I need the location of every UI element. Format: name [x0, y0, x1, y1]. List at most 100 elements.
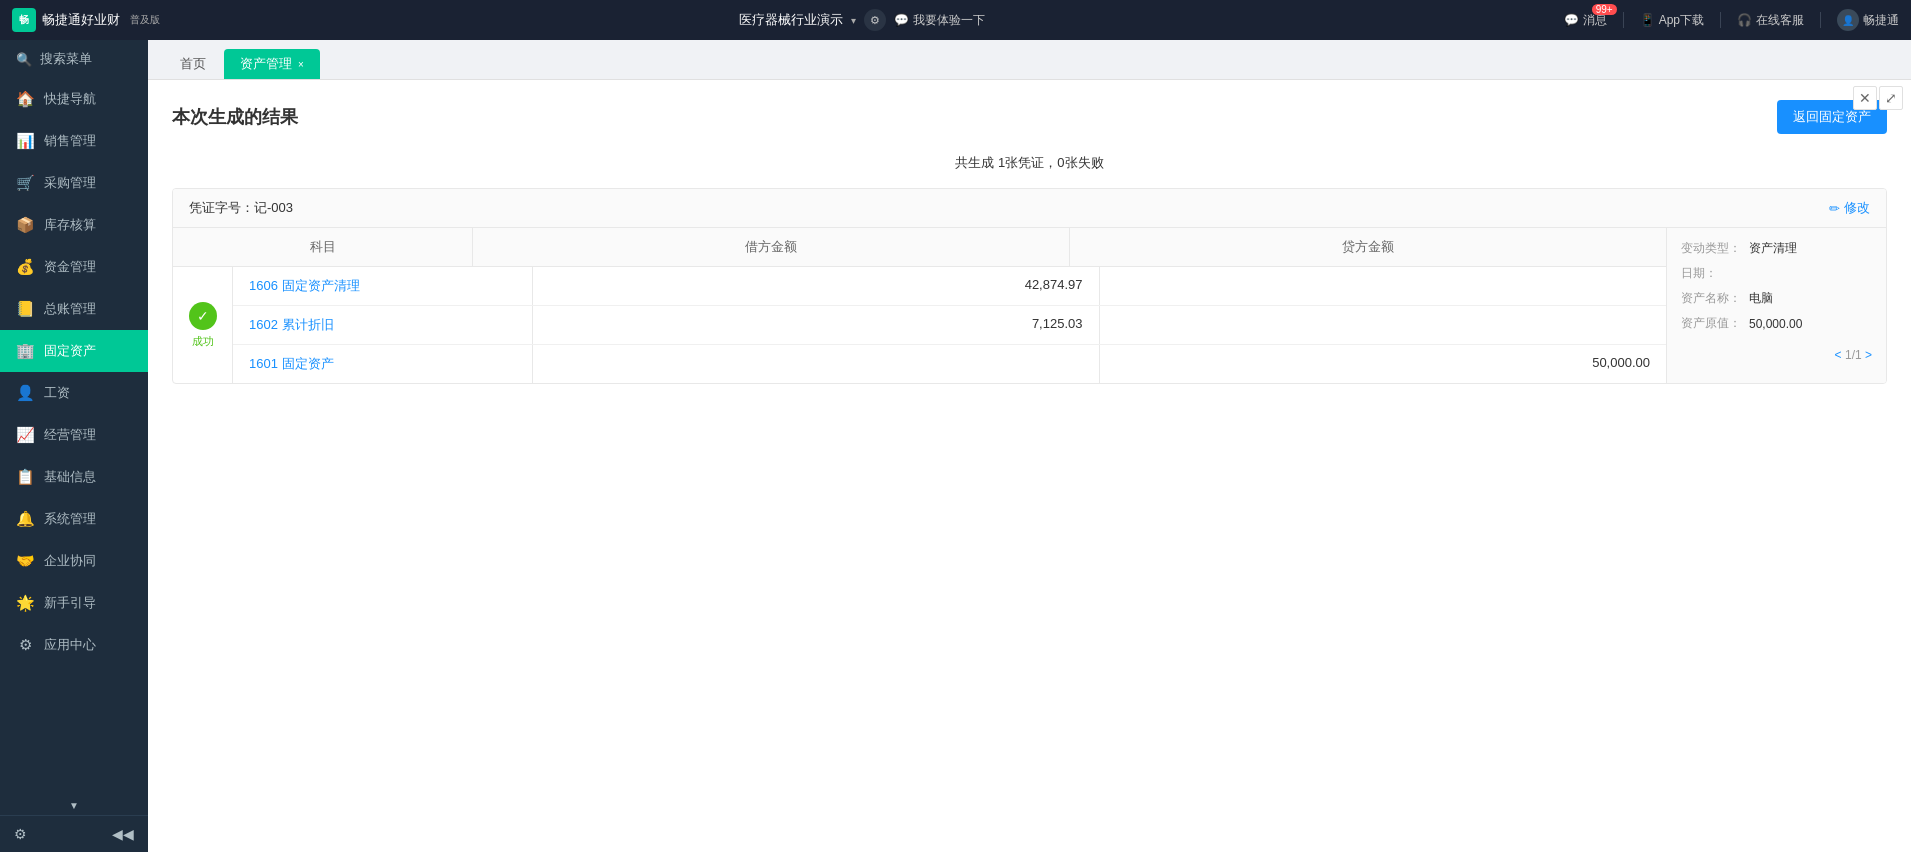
- original-value-value: 50,000.00: [1749, 317, 1802, 331]
- close-panel-button[interactable]: ✕: [1853, 86, 1877, 110]
- company-settings-icon[interactable]: ⚙: [864, 9, 886, 31]
- sidebar-item-search[interactable]: 🔍 搜索菜单: [0, 40, 148, 78]
- tab-close-icon[interactable]: ×: [298, 59, 304, 70]
- sidebar-item-label-purchase: 采购管理: [44, 174, 96, 192]
- tab-home[interactable]: 首页: [164, 49, 222, 79]
- inventory-icon: 📦: [16, 216, 34, 234]
- sidebar-item-funds[interactable]: 💰 资金管理: [0, 246, 148, 288]
- side-pagination: < 1/1 >: [1681, 348, 1872, 362]
- change-type-value: 资产清理: [1749, 240, 1797, 257]
- sidebar-item-fixed-assets[interactable]: 🏢 固定资产: [0, 330, 148, 372]
- table-row: 1602 累计折旧 7,125.03: [233, 306, 1666, 345]
- sidebar-item-purchase[interactable]: 🛒 采购管理: [0, 162, 148, 204]
- sidebar-item-payroll[interactable]: 👤 工资: [0, 372, 148, 414]
- search-icon: 🔍: [16, 52, 32, 67]
- topbar: 畅 畅捷通好业财 普及版 医疗器械行业演示 ▾ ⚙ 💬 我要体验一下 💬 消息 …: [0, 0, 1911, 40]
- table-row: 1606 固定资产清理 42,874.97: [233, 267, 1666, 306]
- content-area: 首页 资产管理 × 本次生成的结果 返回固定资产 共生成 1张凭证，0张失败: [148, 40, 1911, 852]
- edit-label: 修改: [1844, 199, 1870, 217]
- col-debit: 借方金额: [473, 228, 1070, 266]
- asset-name-label: 资产名称：: [1681, 290, 1741, 307]
- funds-icon: 💰: [16, 258, 34, 276]
- voucher-number: 凭证字号：记-003: [189, 199, 293, 217]
- sidebar-settings-button[interactable]: ⚙: [14, 826, 27, 842]
- sidebar-bottom: ⚙ ◀◀: [0, 815, 148, 852]
- row1-subject[interactable]: 1606 固定资产清理: [233, 267, 533, 305]
- sidebar-item-label-funds: 资金管理: [44, 258, 96, 276]
- success-circle: ✓: [189, 302, 217, 330]
- sidebar-item-enterprise[interactable]: 🤝 企业协同: [0, 540, 148, 582]
- app-icon: 📱: [1640, 13, 1655, 27]
- trial-button[interactable]: 💬 我要体验一下: [894, 12, 985, 29]
- sidebar-item-label-app-center: 应用中心: [44, 636, 96, 654]
- sidebar-item-label-fixed-assets: 固定资产: [44, 342, 96, 360]
- home-icon: 🏠: [16, 90, 34, 108]
- tab-bar: 首页 资产管理 ×: [148, 40, 1911, 80]
- scroll-down-arrow[interactable]: ▼: [0, 796, 148, 815]
- sidebar: 🔍 搜索菜单 🏠 快捷导航 📊 销售管理 🛒 采购管理 📦 库存核算: [0, 40, 148, 852]
- sidebar-item-label-sales: 销售管理: [44, 132, 96, 150]
- sidebar-item-inventory[interactable]: 📦 库存核算: [0, 204, 148, 246]
- col-credit: 贷方金额: [1070, 228, 1667, 266]
- voucher-table: 科目 借方金额 贷方金额 ✓ 成功: [173, 228, 1666, 383]
- edit-button[interactable]: ✏ 修改: [1829, 199, 1870, 217]
- message-button[interactable]: 💬 消息 99+: [1564, 12, 1607, 29]
- sidebar-item-label-payroll: 工资: [44, 384, 70, 402]
- topbar-left: 畅 畅捷通好业财 普及版: [12, 8, 160, 32]
- sidebar-item-label-basic-info: 基础信息: [44, 468, 96, 486]
- ledger-icon: 📒: [16, 300, 34, 318]
- business-icon: 📈: [16, 426, 34, 444]
- sidebar-item-ledger[interactable]: 📒 总账管理: [0, 288, 148, 330]
- sidebar-item-guide[interactable]: 🌟 新手引导: [0, 582, 148, 624]
- divider-1: [1623, 12, 1624, 28]
- app-download-button[interactable]: 📱 App下载: [1640, 12, 1704, 29]
- user-name: 畅捷通: [1863, 12, 1899, 29]
- sidebar-item-sales[interactable]: 📊 销售管理: [0, 120, 148, 162]
- app-name: 畅捷通好业财: [42, 11, 120, 29]
- expand-panel-button[interactable]: ⤢: [1879, 86, 1903, 110]
- table-header: 科目 借方金额 贷方金额: [173, 228, 1666, 267]
- table-row-wrapper: ✓ 成功 1606 固定资产清理 42,874.97: [173, 267, 1666, 383]
- basic-info-icon: 📋: [16, 468, 34, 486]
- sidebar-item-label-guide: 新手引导: [44, 594, 96, 612]
- enterprise-icon: 🤝: [16, 552, 34, 570]
- system-icon: 🔔: [16, 510, 34, 528]
- message-icon: 💬: [1564, 13, 1579, 27]
- original-value-label: 资产原值：: [1681, 315, 1741, 332]
- user-button[interactable]: 👤 畅捷通: [1837, 9, 1899, 31]
- sidebar-item-system[interactable]: 🔔 系统管理: [0, 498, 148, 540]
- online-service-button[interactable]: 🎧 在线客服: [1737, 12, 1804, 29]
- row1-debit: 42,874.97: [533, 267, 1100, 305]
- row2-subject[interactable]: 1602 累计折旧: [233, 306, 533, 344]
- success-indicator: ✓ 成功: [173, 267, 233, 383]
- voucher-body: 科目 借方金额 贷方金额 ✓ 成功: [173, 228, 1886, 383]
- company-dropdown-icon[interactable]: ▾: [851, 15, 856, 26]
- row3-subject[interactable]: 1601 固定资产: [233, 345, 533, 383]
- sidebar-item-label-search: 搜索菜单: [40, 50, 92, 68]
- tab-asset-management[interactable]: 资产管理 ×: [224, 49, 320, 79]
- avatar: 👤: [1837, 9, 1859, 31]
- pagination-text: 1/1: [1845, 348, 1865, 362]
- app-center-icon: ⚙: [16, 636, 34, 654]
- row2-credit: [1100, 306, 1667, 344]
- company-name: 医疗器械行业演示: [739, 11, 843, 29]
- main-layout: 🔍 搜索菜单 🏠 快捷导航 📊 销售管理 🛒 采购管理 📦 库存核算: [0, 40, 1911, 852]
- sidebar-item-basic-info[interactable]: 📋 基础信息: [0, 456, 148, 498]
- row3-debit: [533, 345, 1100, 383]
- sidebar-item-label-system: 系统管理: [44, 510, 96, 528]
- sidebar-collapse-button[interactable]: ◀◀: [112, 826, 134, 842]
- tab-home-label: 首页: [180, 55, 206, 73]
- success-text: 成功: [192, 334, 214, 349]
- page-header: 本次生成的结果 返回固定资产: [172, 100, 1887, 134]
- sales-icon: 📊: [16, 132, 34, 150]
- sidebar-item-quick-nav[interactable]: 🏠 快捷导航: [0, 78, 148, 120]
- sidebar-item-business[interactable]: 📈 经营管理: [0, 414, 148, 456]
- voucher-side-panel: 变动类型： 资产清理 日期： 资产名称： 电脑 资产原值：: [1666, 228, 1886, 383]
- sidebar-item-label-business: 经营管理: [44, 426, 96, 444]
- prev-page-button[interactable]: <: [1835, 348, 1842, 362]
- page-content: 本次生成的结果 返回固定资产 共生成 1张凭证，0张失败 凭证字号：记-003 …: [148, 80, 1911, 852]
- sidebar-item-app-center[interactable]: ⚙ 应用中心: [0, 624, 148, 666]
- right-controls: ✕ ⤢: [1845, 80, 1911, 116]
- next-page-button[interactable]: >: [1865, 348, 1872, 362]
- trial-label: 我要体验一下: [913, 12, 985, 29]
